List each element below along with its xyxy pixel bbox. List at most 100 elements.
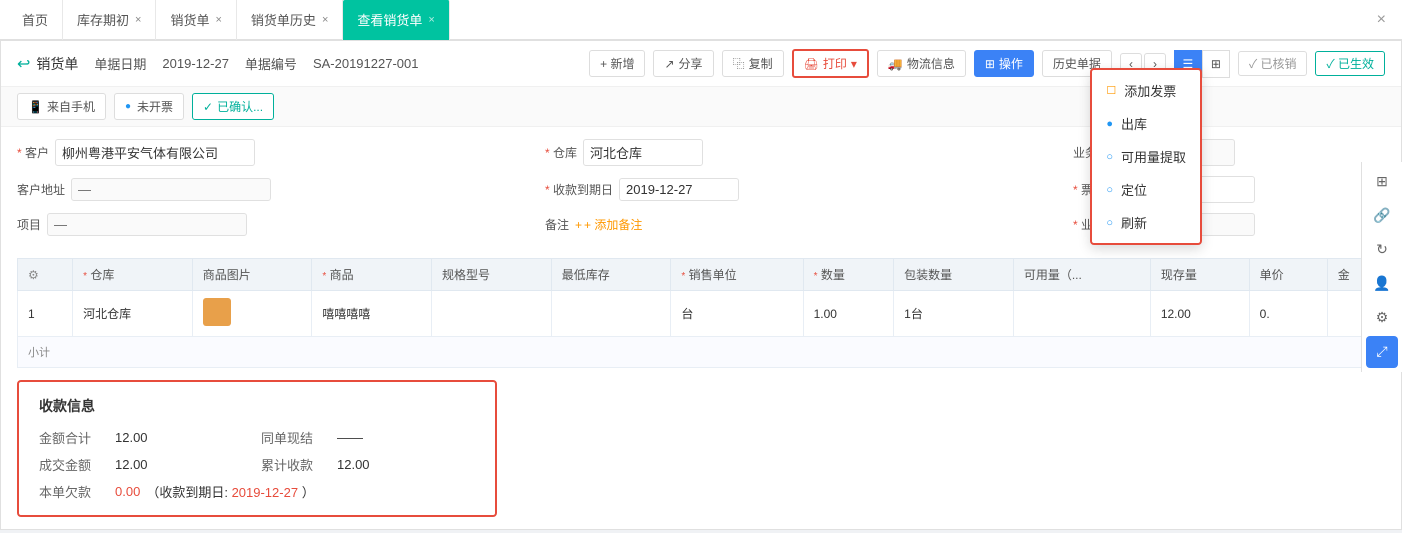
due-date-value[interactable]: 2019-12-27	[619, 178, 739, 201]
row-pack-qty: 1台	[894, 291, 1014, 337]
operations-button[interactable]: ⊞ 操作	[974, 50, 1034, 77]
row-unit: 台	[671, 291, 803, 337]
not-open-button[interactable]: 未开票	[114, 93, 184, 120]
row-spec	[432, 291, 552, 337]
effective-badge: ✓ 已生效	[1315, 51, 1385, 76]
th-pack-qty: 包装数量	[894, 259, 1014, 291]
settings-col-icon: ⚙	[28, 268, 39, 282]
row-avail-qty	[1013, 291, 1150, 337]
project-label: 项目	[17, 216, 41, 233]
row-image	[192, 291, 312, 337]
subtotal-row: 小计	[18, 337, 1385, 368]
tab-view-sales[interactable]: 查看销货单 ×	[343, 0, 449, 40]
tab-sales-order[interactable]: 销货单 ×	[156, 0, 236, 40]
tab-close-inventory[interactable]: ×	[135, 14, 141, 26]
plus-icon: +	[575, 218, 582, 232]
payment-total-label: 金额合计	[39, 428, 109, 447]
deal-amount-value: 12.00	[115, 457, 148, 472]
table-container: ⚙ * 仓库 商品图片 * 商品 规格型号 最低库存 * 销售单位 * 数量 包…	[17, 258, 1385, 368]
th-current-qty: 现存量	[1150, 259, 1249, 291]
sidebar-user-icon[interactable]: 👤	[1366, 268, 1398, 300]
phone-icon: 📱	[28, 100, 43, 114]
th-unit-price: 单价	[1249, 259, 1327, 291]
confirm-button[interactable]: ✓ 已确认...	[192, 93, 274, 120]
sidebar-expand-icon[interactable]: ⊞	[1366, 166, 1398, 198]
cumulative-label: 累计收款	[261, 455, 331, 474]
sidebar-refresh-icon[interactable]: ↻	[1366, 234, 1398, 266]
tab-close-sales[interactable]: ×	[215, 14, 221, 26]
warehouse-field-group: * 仓库 河北仓库	[545, 139, 1065, 166]
customer-label: * 客户	[17, 144, 49, 161]
copy-button[interactable]: ⿻ 复制	[722, 50, 784, 77]
print-button[interactable]: 🖨 打印 ▾	[792, 49, 869, 78]
th-warehouse: * 仓库	[73, 259, 193, 291]
warehouse-value[interactable]: 河北仓库	[583, 139, 703, 166]
product-table: ⚙ * 仓库 商品图片 * 商品 规格型号 最低库存 * 销售单位 * 数量 包…	[17, 258, 1385, 368]
address-label: 客户地址	[17, 181, 65, 198]
locate-item[interactable]: ○ 定位	[1092, 173, 1200, 206]
avail-qty-item[interactable]: ○ 可用量提取	[1092, 140, 1200, 173]
th-image: 商品图片	[192, 259, 312, 291]
grid-view-button[interactable]: ⊞	[1202, 50, 1230, 78]
same-order-value: ——	[337, 430, 363, 445]
row-min-stock	[551, 291, 671, 337]
invoice-icon: ☐	[1106, 84, 1116, 97]
payment-title: 收款信息	[39, 396, 475, 416]
print-dropdown-icon: ▾	[851, 57, 857, 71]
payment-cumulative-row: 累计收款 12.00	[261, 455, 475, 474]
right-sidebar: ⊞ 🔗 ↻ 👤 ⚙ ⤢	[1361, 162, 1402, 372]
th-avail-qty: 可用量（...	[1013, 259, 1150, 291]
due-date: 2019-12-27	[232, 485, 299, 500]
from-phone-button[interactable]: 📱 来自手机	[17, 93, 106, 120]
doc-title-section: ↩ 销货单	[17, 54, 78, 74]
share-icon: ↗	[664, 57, 674, 71]
subtotal-cell: 小计	[18, 337, 1385, 368]
operations-dropdown: ☐ 添加发票 ● 出库 ○ 可用量提取 ○ 定位 ○ 刷新	[1090, 68, 1202, 245]
row-warehouse: 河北仓库	[73, 291, 193, 337]
customer-value[interactable]: 柳州粤港平安气体有限公司	[55, 139, 255, 166]
refresh-item[interactable]: ○ 刷新	[1092, 206, 1200, 239]
doc-meta: 单据日期 2019-12-27 单据编号 SA-20191227-001	[94, 54, 418, 73]
payment-total-value: 12.00	[115, 430, 148, 445]
check-icon: ✓	[203, 100, 213, 114]
bottom-section: 收款信息 金额合计 12.00 同单现结 —— 成交金额 12.00 累计收款 …	[1, 368, 1401, 529]
doc-icon: ↩	[17, 54, 30, 74]
table-row: 1 河北仓库 嘻嘻嘻嘻 台 1.00 1台 12.00 0.	[18, 291, 1385, 337]
tab-home[interactable]: 首页	[8, 0, 63, 40]
tab-close-history[interactable]: ×	[322, 14, 328, 26]
payment-total-row: 金额合计 12.00	[39, 428, 253, 447]
sidebar-fullscreen-icon[interactable]: ⤢	[1366, 336, 1398, 368]
share-button[interactable]: ↗ 分享	[653, 50, 713, 77]
tab-inventory-init[interactable]: 库存期初 ×	[63, 0, 156, 40]
tab-bar: 首页 库存期初 × 销货单 × 销货单历史 × 查看销货单 × ×	[0, 0, 1402, 40]
close-all-button[interactable]: ×	[1369, 11, 1394, 29]
logistics-button[interactable]: 🚚 物流信息	[877, 50, 966, 77]
th-spec: 规格型号	[432, 259, 552, 291]
doc-title-text: 销货单	[36, 54, 78, 74]
address-value: —	[71, 178, 271, 201]
main-content: ↩ 销货单 单据日期 2019-12-27 单据编号 SA-20191227-0…	[0, 40, 1402, 530]
row-unit-price: 0.	[1249, 291, 1327, 337]
doc-date-label: 单据日期	[94, 54, 146, 73]
th-qty: * 数量	[803, 259, 894, 291]
out-stock-item[interactable]: ● 出库	[1092, 107, 1200, 140]
new-button[interactable]: + 新增	[589, 50, 645, 77]
grid-icon: ⊞	[985, 57, 995, 71]
add-note-button[interactable]: + + 添加备注	[575, 216, 642, 233]
tab-close-view[interactable]: ×	[428, 14, 434, 26]
circle-filled-icon: ●	[1106, 118, 1113, 130]
note-label: 备注	[545, 216, 569, 233]
deal-amount-label: 成交金额	[39, 455, 109, 474]
doc-date-value: 2019-12-27	[162, 56, 229, 71]
row-current-qty: 12.00	[1150, 291, 1249, 337]
current-due-label: 本单欠款	[39, 482, 109, 501]
th-unit: * 销售单位	[671, 259, 803, 291]
tab-sales-history[interactable]: 销货单历史 ×	[237, 0, 343, 40]
add-invoice-item[interactable]: ☐ 添加发票	[1092, 74, 1200, 107]
sidebar-link-icon[interactable]: 🔗	[1366, 200, 1398, 232]
toolbar-right: + 新增 ↗ 分享 ⿻ 复制 🖨 打印 ▾ 🚚 物流信息 ⊞ 操作	[589, 49, 1385, 78]
same-order-label: 同单现结	[261, 428, 331, 447]
project-field-group: 项目 —	[17, 213, 537, 236]
sidebar-settings-icon[interactable]: ⚙	[1366, 302, 1398, 334]
due-note: （收款到期日: 2019-12-27 ）	[146, 482, 314, 501]
